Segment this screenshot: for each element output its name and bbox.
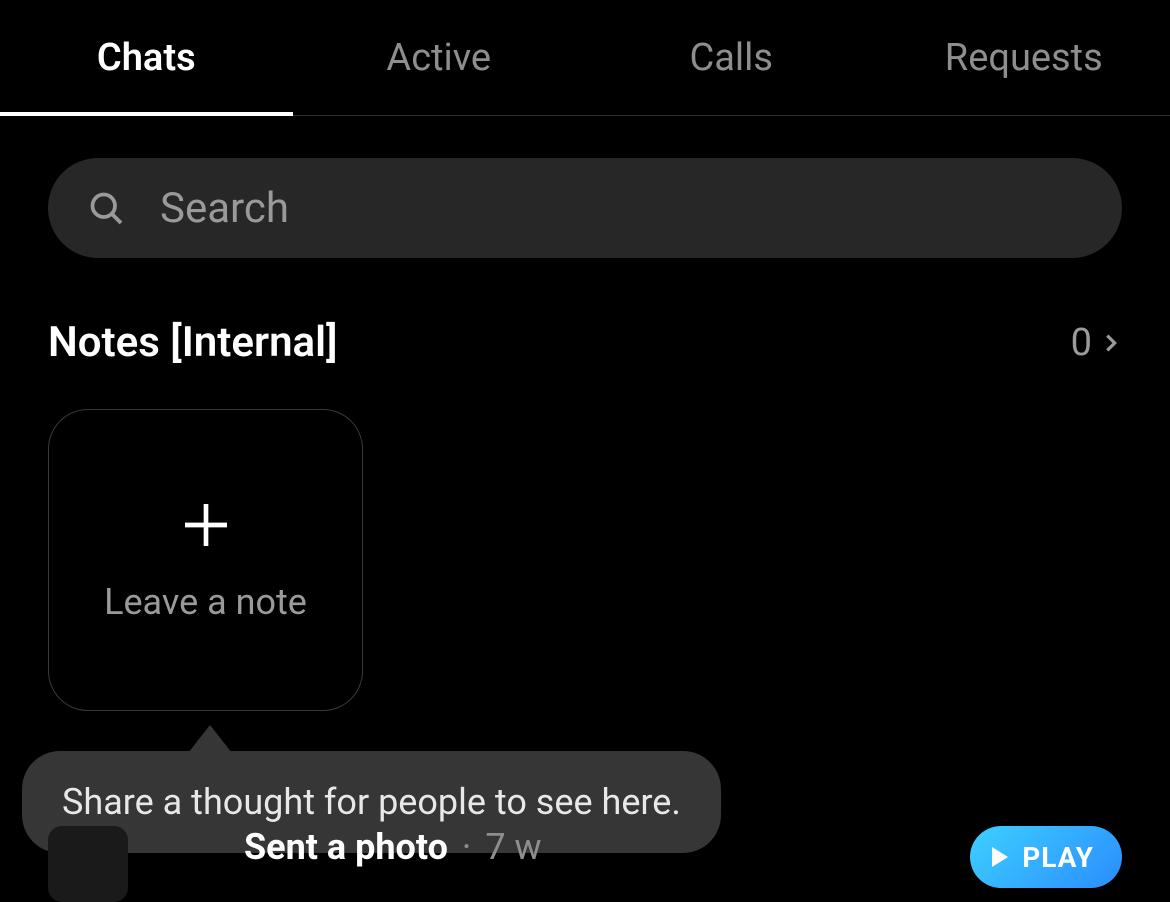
search-container: Search [0,116,1170,258]
leave-note-button[interactable]: Leave a note [48,409,363,711]
chat-preview: Sent a photo · 7 w [244,826,542,868]
chat-timestamp: 7 w [485,826,541,868]
notes-count-value: 0 [1071,321,1092,365]
chat-message-preview: Sent a photo [244,826,448,868]
notes-header: Notes [Internal] 0 [0,258,1170,367]
tab-active[interactable]: Active [293,0,586,115]
chat-separator: · [462,826,471,868]
tooltip-arrow [188,725,232,753]
chevron-right-icon [1100,332,1122,354]
notes-area: Leave a note [0,367,1170,711]
leave-note-label: Leave a note [104,581,307,623]
search-placeholder: Search [160,184,289,233]
tab-calls[interactable]: Calls [585,0,878,115]
search-input[interactable]: Search [48,158,1122,258]
play-label: PLAY [1022,841,1094,874]
tab-requests[interactable]: Requests [878,0,1170,115]
play-icon [992,847,1008,867]
notes-title: Notes [Internal] [48,318,338,367]
search-icon [88,190,124,226]
plus-icon [178,497,234,553]
chat-row[interactable]: Sent a photo · 7 w [48,826,542,868]
notes-count-link[interactable]: 0 [1071,321,1122,365]
play-button[interactable]: PLAY [970,826,1122,888]
tab-chats[interactable]: Chats [0,0,293,115]
top-tabs: Chats Active Calls Requests [0,0,1170,116]
